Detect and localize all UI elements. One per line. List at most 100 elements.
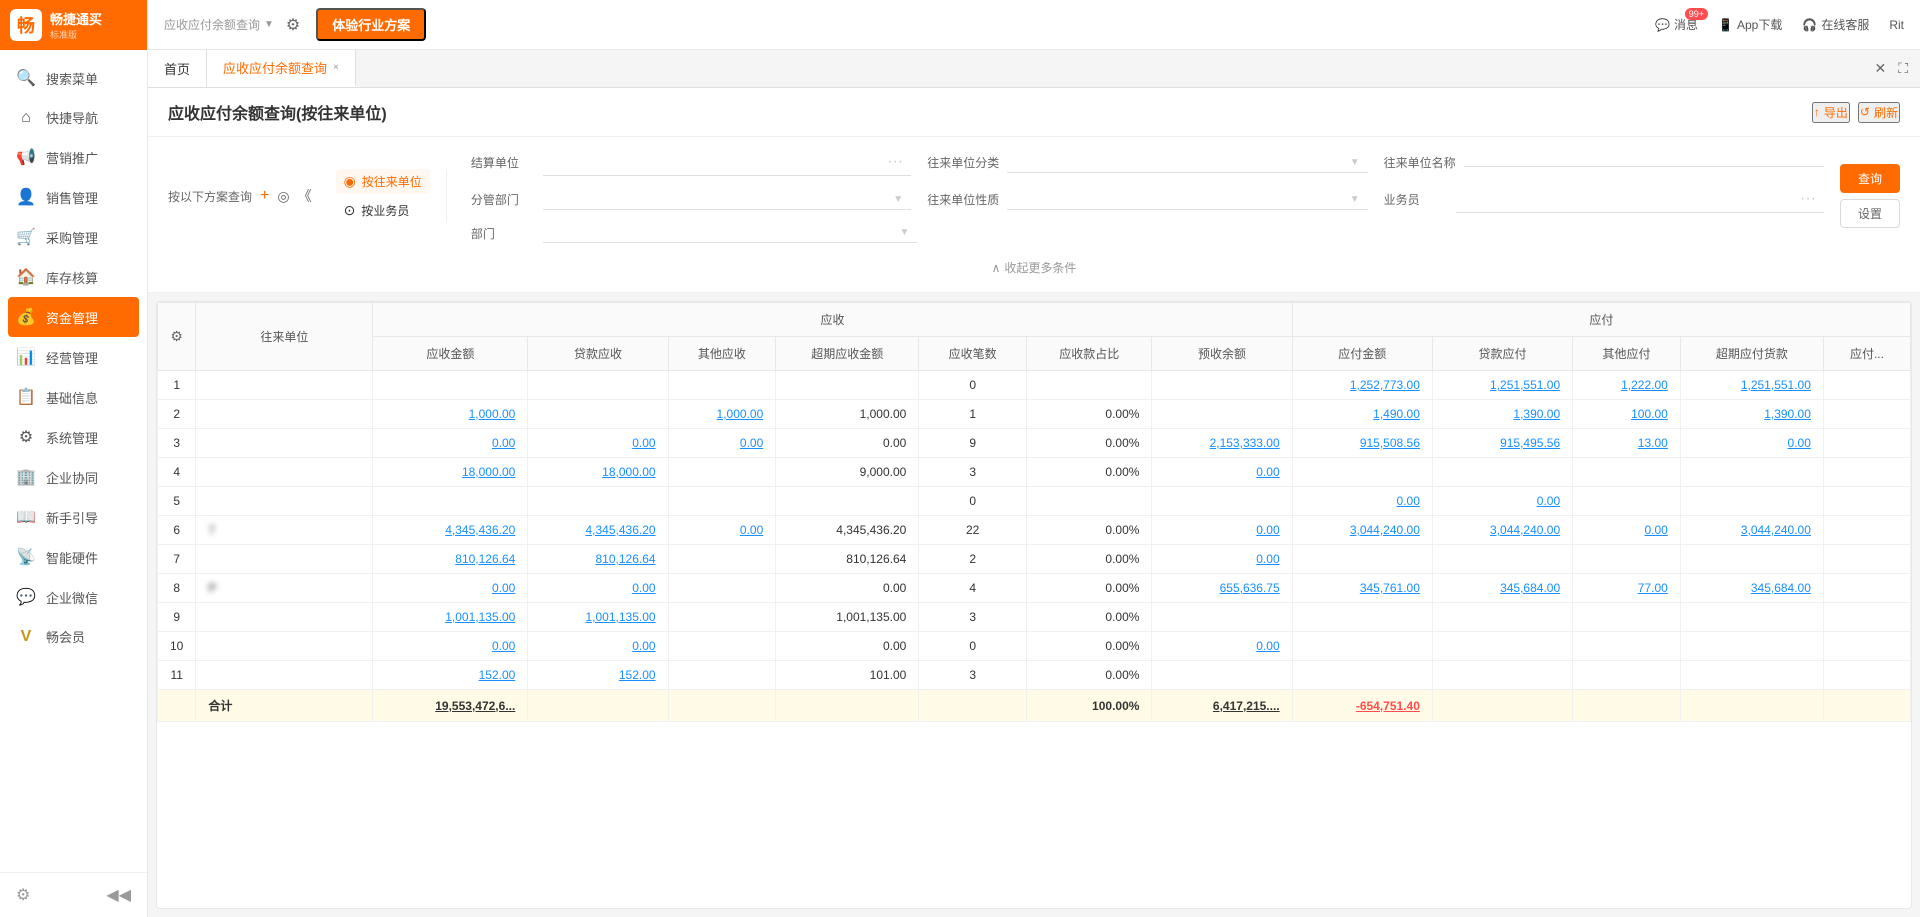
sidebar-item-operations[interactable]: 📊 经营管理	[0, 337, 147, 377]
scheme-by-staff[interactable]: ⊙ 按业务员	[336, 198, 430, 223]
close-window-icon[interactable]: ✕	[1874, 60, 1886, 77]
footer-ar-total[interactable]: 19,553,472,6...	[373, 690, 528, 722]
row-ap-other[interactable]: 77.00	[1573, 574, 1681, 603]
footer-ap-total[interactable]: -654,751.40	[1292, 690, 1432, 722]
row-ar-amount[interactable]: 810,126.64	[373, 545, 528, 574]
partner-nature-select[interactable]: ▼	[1007, 190, 1367, 210]
row-ap-other[interactable]: 0.00	[1573, 516, 1681, 545]
collapse-more-button[interactable]: ∧ 收起更多条件	[168, 255, 1900, 280]
sidebar-collapse-icon[interactable]: ◀◀	[106, 885, 131, 905]
row-ap-overdue[interactable]: 0.00	[1680, 429, 1823, 458]
sidebar-item-inventory[interactable]: 🏠 库存核算	[0, 257, 147, 297]
row-ar-amount[interactable]: 4,345,436.20	[373, 516, 528, 545]
row-ar-loan[interactable]: 0.00	[528, 574, 668, 603]
row-advance[interactable]: 2,153,333.00	[1152, 429, 1292, 458]
row-ap-loan[interactable]: 345,684.00	[1432, 574, 1572, 603]
row-ar-amount[interactable]: 0.00	[373, 429, 528, 458]
sidebar-item-sales[interactable]: 👤 销售管理	[0, 177, 147, 217]
sidebar-settings-icon[interactable]: ⚙	[16, 885, 30, 905]
online-service-button[interactable]: 🎧 在线客服	[1802, 16, 1869, 33]
fullscreen-icon[interactable]: ⛶	[1898, 60, 1908, 77]
tab-close-icon[interactable]: ×	[333, 62, 339, 73]
row-advance[interactable]: 0.00	[1152, 516, 1292, 545]
row-ap-amount[interactable]: 3,044,240.00	[1292, 516, 1432, 545]
row-ap-overdue[interactable]: 1,251,551.00	[1680, 371, 1823, 400]
salesperson-input[interactable]: ···	[1456, 186, 1824, 213]
sidebar-item-guide[interactable]: 📖 新手引导	[0, 497, 147, 537]
tab-arbalance[interactable]: 应收应付余额查询 ×	[207, 50, 356, 87]
row-ap-other[interactable]: 13.00	[1573, 429, 1681, 458]
filter-add-button[interactable]: +	[260, 187, 269, 205]
row-ar-amount[interactable]: 1,001,135.00	[373, 603, 528, 632]
manage-dept-select[interactable]: ▼	[543, 190, 911, 210]
header-settings-icon[interactable]: ⚙	[286, 15, 300, 35]
sidebar-item-finance[interactable]: 💰 资金管理	[8, 297, 139, 337]
footer-advance[interactable]: 6,417,215....	[1152, 690, 1292, 722]
row-advance[interactable]: 0.00	[1152, 458, 1292, 487]
row-ar-amount[interactable]: 0.00	[373, 574, 528, 603]
sidebar-item-purchase[interactable]: 🛒 采购管理	[0, 217, 147, 257]
sidebar-item-marketing[interactable]: 📢 营销推广	[0, 137, 147, 177]
sidebar-item-search[interactable]: 🔍 搜索菜单	[0, 58, 147, 98]
partner-name-input[interactable]	[1464, 158, 1824, 167]
table-container[interactable]: ⚙ 往来单位 应收 应付 应收金额 贷款应收 其他应收 超期应收金额 应收笔数 …	[156, 301, 1912, 909]
row-ap-loan[interactable]: 3,044,240.00	[1432, 516, 1572, 545]
row-ar-other[interactable]: 1,000.00	[668, 400, 776, 429]
filter-settings-button[interactable]: 设置	[1840, 199, 1900, 228]
row-ar-amount[interactable]: 0.00	[373, 632, 528, 661]
department-select[interactable]: ▼	[543, 223, 918, 243]
row-ar-loan[interactable]: 810,126.64	[528, 545, 668, 574]
row-ap-amount[interactable]: 1,252,773.00	[1292, 371, 1432, 400]
row-ar-amount[interactable]: 18,000.00	[373, 458, 528, 487]
row-ap-loan[interactable]: 0.00	[1432, 487, 1572, 516]
row-ar-loan[interactable]: 0.00	[528, 429, 668, 458]
sidebar-item-wechat[interactable]: 💬 企业微信	[0, 577, 147, 617]
row-ap-amount[interactable]: 1,490.00	[1292, 400, 1432, 429]
row-ar-other[interactable]: 0.00	[668, 516, 776, 545]
row-ap-other[interactable]: 100.00	[1573, 400, 1681, 429]
filter-setting-icon[interactable]: ◎	[277, 188, 289, 205]
table-settings-icon[interactable]: ⚙	[170, 328, 183, 344]
row-ar-loan[interactable]: 1,001,135.00	[528, 603, 668, 632]
row-advance[interactable]: 0.00	[1152, 545, 1292, 574]
row-ap-overdue[interactable]: 345,684.00	[1680, 574, 1823, 603]
row-ap-loan[interactable]: 1,251,551.00	[1432, 371, 1572, 400]
row-ap-overdue[interactable]: 3,044,240.00	[1680, 516, 1823, 545]
sidebar-item-enterprise[interactable]: 🏢 企业协同	[0, 457, 147, 497]
row-ar-loan[interactable]: 152.00	[528, 661, 668, 690]
row-advance[interactable]: 0.00	[1152, 632, 1292, 661]
app-download-button[interactable]: 📱 App下载	[1718, 16, 1782, 33]
tab-home[interactable]: 首页	[148, 50, 207, 87]
row-ap-other[interactable]: 1,222.00	[1573, 371, 1681, 400]
row-ap-overdue[interactable]: 1,390.00	[1680, 400, 1823, 429]
row-ar-amount	[373, 487, 528, 516]
refresh-button[interactable]: ↺ 刷新	[1858, 102, 1900, 123]
promo-button[interactable]: 体验行业方案	[316, 8, 426, 41]
scheme-by-partner[interactable]: ◉ 按往来单位	[336, 169, 430, 194]
row-ar-amount[interactable]: 152.00	[373, 661, 528, 690]
row-ap-loan[interactable]: 915,495.56	[1432, 429, 1572, 458]
settle-unit-input[interactable]: ···	[543, 149, 911, 176]
sidebar-item-nav[interactable]: ⌂ 快捷导航	[0, 98, 147, 137]
row-ar-other	[668, 632, 776, 661]
notifications-button[interactable]: 💬 消息 99+	[1655, 16, 1698, 33]
export-button[interactable]: ↑ 导出	[1812, 102, 1850, 123]
row-ap-amount[interactable]: 915,508.56	[1292, 429, 1432, 458]
row-ap-amount[interactable]: 0.00	[1292, 487, 1432, 516]
sidebar-item-hardware[interactable]: 📡 智能硬件	[0, 537, 147, 577]
row-ar-loan[interactable]: 0.00	[528, 632, 668, 661]
sidebar-item-basic[interactable]: 📋 基础信息	[0, 377, 147, 417]
row-advance[interactable]: 655,636.75	[1152, 574, 1292, 603]
user-info[interactable]: Rit	[1889, 18, 1904, 32]
row-ar-loan[interactable]: 18,000.00	[528, 458, 668, 487]
row-ap-amount[interactable]: 345,761.00	[1292, 574, 1432, 603]
query-button[interactable]: 查询	[1840, 164, 1900, 193]
sidebar-item-member[interactable]: V 畅会员	[0, 617, 147, 656]
row-ap-loan[interactable]: 1,390.00	[1432, 400, 1572, 429]
row-ar-other[interactable]: 0.00	[668, 429, 776, 458]
row-ar-amount[interactable]: 1,000.00	[373, 400, 528, 429]
partner-category-select[interactable]: ▼	[1007, 153, 1367, 173]
sidebar-item-system[interactable]: ⚙ 系统管理	[0, 417, 147, 457]
filter-collapse-icon[interactable]: 《	[298, 186, 312, 206]
row-ar-loan[interactable]: 4,345,436.20	[528, 516, 668, 545]
